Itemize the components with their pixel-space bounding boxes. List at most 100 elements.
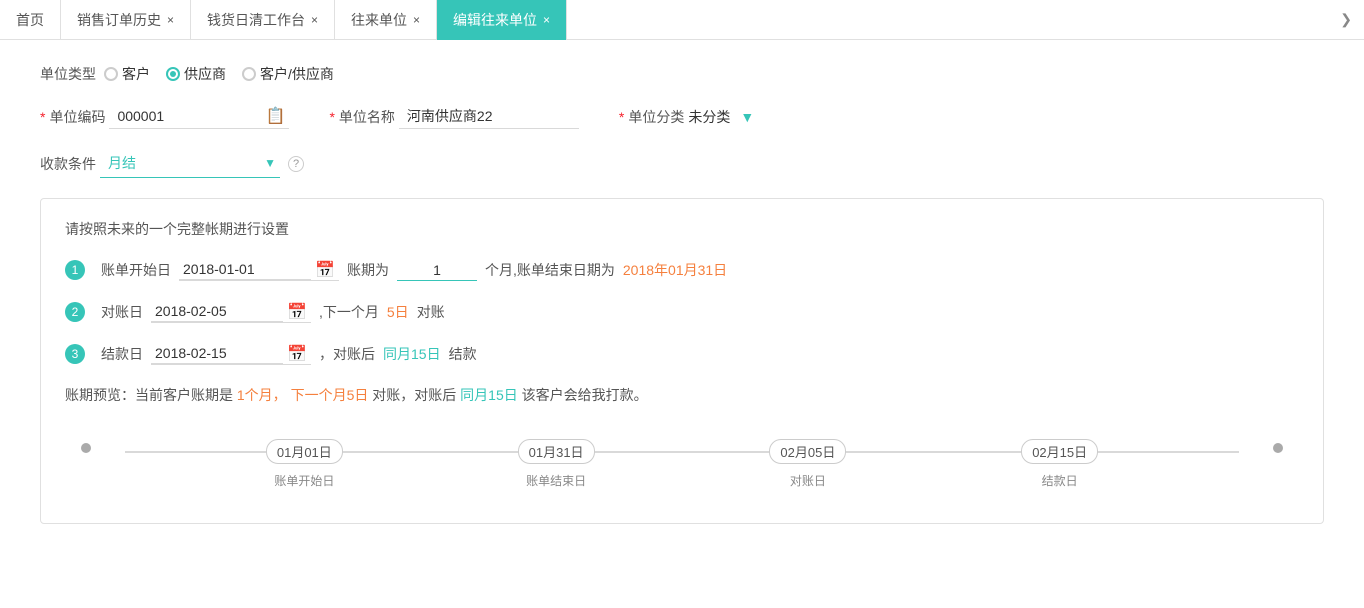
tab-partner-label: 往来单位 xyxy=(351,10,407,30)
step-1-calendar-icon[interactable]: 📅 xyxy=(311,260,339,280)
step-3-calendar-icon[interactable]: 📅 xyxy=(283,344,311,364)
step-3-row: 3 结款日 📅 ，对账后 同月15日 结款 xyxy=(65,343,1299,365)
payment-terms-label: 收款条件 xyxy=(40,154,96,174)
timeline-badge-1: 01月01日 xyxy=(266,439,343,464)
close-cashflow-icon[interactable]: × xyxy=(311,14,318,26)
unit-code-copy-icon[interactable]: 📋 xyxy=(262,106,290,126)
close-partner-icon[interactable]: × xyxy=(413,14,420,26)
step-2-label: 对账日 xyxy=(101,302,143,322)
step-1-suffix: 个月,账单结束日期为 xyxy=(485,260,615,280)
unit-category-group: * 单位分类 未分类 ▼ xyxy=(619,107,754,127)
section-title: 请按照未来的一个完整帐期进行设置 xyxy=(65,219,1299,239)
tab-home-label: 首页 xyxy=(16,10,44,30)
tab-home[interactable]: 首页 xyxy=(0,0,61,40)
radio-both-label: 客户/供应商 xyxy=(260,64,334,84)
unit-code-input-wrapper: 📋 xyxy=(109,104,289,129)
step-2-prefix: ,下一个月 xyxy=(319,302,379,322)
radio-both[interactable]: 客户/供应商 xyxy=(242,64,334,84)
tab-edit-partner[interactable]: 编辑往来单位 × xyxy=(437,0,567,40)
radio-customer[interactable]: 客户 xyxy=(104,64,150,84)
step-3-suffix: 结款 xyxy=(449,344,477,364)
unit-name-group: * 单位名称 xyxy=(329,104,578,129)
close-sales-history-icon[interactable]: × xyxy=(167,14,174,26)
preview-p3: 对账，对账后 xyxy=(372,387,456,403)
step-3-date-wrapper: 📅 xyxy=(151,343,311,365)
timeline-label-3: 对账日 xyxy=(790,472,826,489)
payment-terms-value: 月结 xyxy=(100,149,260,177)
timeline-label-2: 账单结束日 xyxy=(526,472,586,489)
unit-code-group: * 单位编码 📋 xyxy=(40,104,289,129)
step-1-mid-text: 账期为 xyxy=(347,260,389,280)
step-1-period-input[interactable] xyxy=(397,260,477,281)
preview-p4: 同月15日 xyxy=(460,387,518,403)
timeline-item-2: 01月31日 账单结束日 xyxy=(518,439,595,489)
unit-code-required-star: * xyxy=(40,109,45,125)
preview-label: 账期预览：当前客户账期是 xyxy=(65,387,233,403)
payment-terms-arrow-icon: ▼ xyxy=(260,156,280,170)
preview-p1: 1个月， xyxy=(237,387,287,403)
preview-p2: 下一个月5日 xyxy=(291,387,369,403)
unit-category-required-star: * xyxy=(619,109,624,125)
preview-p5: 该客户会给我打款。 xyxy=(522,387,648,403)
unit-category-dropdown-icon[interactable]: ▼ xyxy=(740,109,754,125)
step-2-suffix: 对账 xyxy=(417,302,445,322)
step-1-content: 账单开始日 📅 账期为 个月,账单结束日期为 2018年01月31日 xyxy=(101,259,727,281)
step-1-row: 1 账单开始日 📅 账期为 个月,账单结束日期为 2018年01月31日 xyxy=(65,259,1299,281)
payment-terms-help-icon[interactable]: ? xyxy=(288,156,304,172)
unit-type-label: 单位类型 xyxy=(40,64,96,84)
tab-sales-history[interactable]: 销售订单历史 × xyxy=(61,0,191,40)
timeline-item-4: 02月15日 结款日 xyxy=(1021,439,1098,489)
period-section-box: 请按照未来的一个完整帐期进行设置 1 账单开始日 📅 账期为 个月,账单结束日期… xyxy=(40,198,1324,524)
step-1-date-wrapper: 📅 xyxy=(179,259,339,281)
step-3-highlight: 同月15日 xyxy=(383,344,441,364)
tab-partner[interactable]: 往来单位 × xyxy=(335,0,437,40)
timeline-badge-2: 01月31日 xyxy=(518,439,595,464)
timeline-badge-3: 02月05日 xyxy=(769,439,846,464)
code-name-category-row: * 单位编码 📋 * 单位名称 * 单位分类 未分类 ▼ xyxy=(40,104,1324,129)
timeline-item-1: 01月01日 账单开始日 xyxy=(266,439,343,489)
tab-more-arrow[interactable]: ❯ xyxy=(1328,0,1364,40)
tabs-bar: 首页 销售订单历史 × 钱货日清工作台 × 往来单位 × 编辑往来单位 × ❯ xyxy=(0,0,1364,40)
step-2-content: 对账日 📅 ,下一个月 5日 对账 xyxy=(101,301,445,323)
timeline-items: 01月01日 账单开始日 01月31日 账单结束日 02月05日 对账日 02月… xyxy=(85,439,1279,489)
unit-name-label: 单位名称 xyxy=(339,107,395,127)
timeline-label-1: 账单开始日 xyxy=(274,472,334,489)
timeline-start-dot xyxy=(81,439,91,453)
unit-category-value: 未分类 xyxy=(688,107,730,127)
step-2-date-wrapper: 📅 xyxy=(151,301,311,323)
payment-terms-select[interactable]: 月结 ▼ xyxy=(100,149,280,178)
step-3-content: 结款日 📅 ，对账后 同月15日 结款 xyxy=(101,343,477,365)
tab-cashflow-label: 钱货日清工作台 xyxy=(207,10,305,30)
unit-code-input[interactable] xyxy=(109,104,261,128)
close-edit-partner-icon[interactable]: × xyxy=(543,14,550,26)
step-3-label: 结款日 xyxy=(101,344,143,364)
radio-both-circle xyxy=(242,67,256,81)
step-1-date-input[interactable] xyxy=(179,259,311,280)
tab-cashflow[interactable]: 钱货日清工作台 × xyxy=(191,0,335,40)
step-3-prefix: ，对账后 xyxy=(319,344,375,364)
timeline-badge-4: 02月15日 xyxy=(1021,439,1098,464)
radio-supplier-circle xyxy=(166,67,180,81)
radio-supplier-label: 供应商 xyxy=(184,64,226,84)
step-2-calendar-icon[interactable]: 📅 xyxy=(283,302,311,322)
step-1-end-date: 2018年01月31日 xyxy=(623,260,727,280)
unit-name-required-star: * xyxy=(329,109,334,125)
timeline-end-dot xyxy=(1273,439,1283,453)
unit-name-input[interactable] xyxy=(399,104,579,129)
unit-type-radio-group: 客户 供应商 客户/供应商 xyxy=(104,64,334,84)
radio-customer-circle xyxy=(104,67,118,81)
main-content: 单位类型 客户 供应商 客户/供应商 * 单位编码 📋 xyxy=(0,40,1364,608)
step-2-num: 2 xyxy=(65,302,85,322)
step-3-num: 3 xyxy=(65,344,85,364)
step-2-highlight: 5日 xyxy=(387,302,409,322)
unit-code-label: 单位编码 xyxy=(49,107,105,127)
unit-type-row: 单位类型 客户 供应商 客户/供应商 xyxy=(40,64,1324,84)
step-2-row: 2 对账日 📅 ,下一个月 5日 对账 xyxy=(65,301,1299,323)
radio-customer-label: 客户 xyxy=(122,64,150,84)
payment-terms-row: 收款条件 月结 ▼ ? xyxy=(40,149,1324,178)
step-2-date-input[interactable] xyxy=(151,301,283,322)
step-1-label: 账单开始日 xyxy=(101,260,171,280)
preview-text: 账期预览：当前客户账期是 1个月， 下一个月5日 对账，对账后 同月15日 该客… xyxy=(65,385,1299,405)
step-3-date-input[interactable] xyxy=(151,343,283,364)
radio-supplier[interactable]: 供应商 xyxy=(166,64,226,84)
